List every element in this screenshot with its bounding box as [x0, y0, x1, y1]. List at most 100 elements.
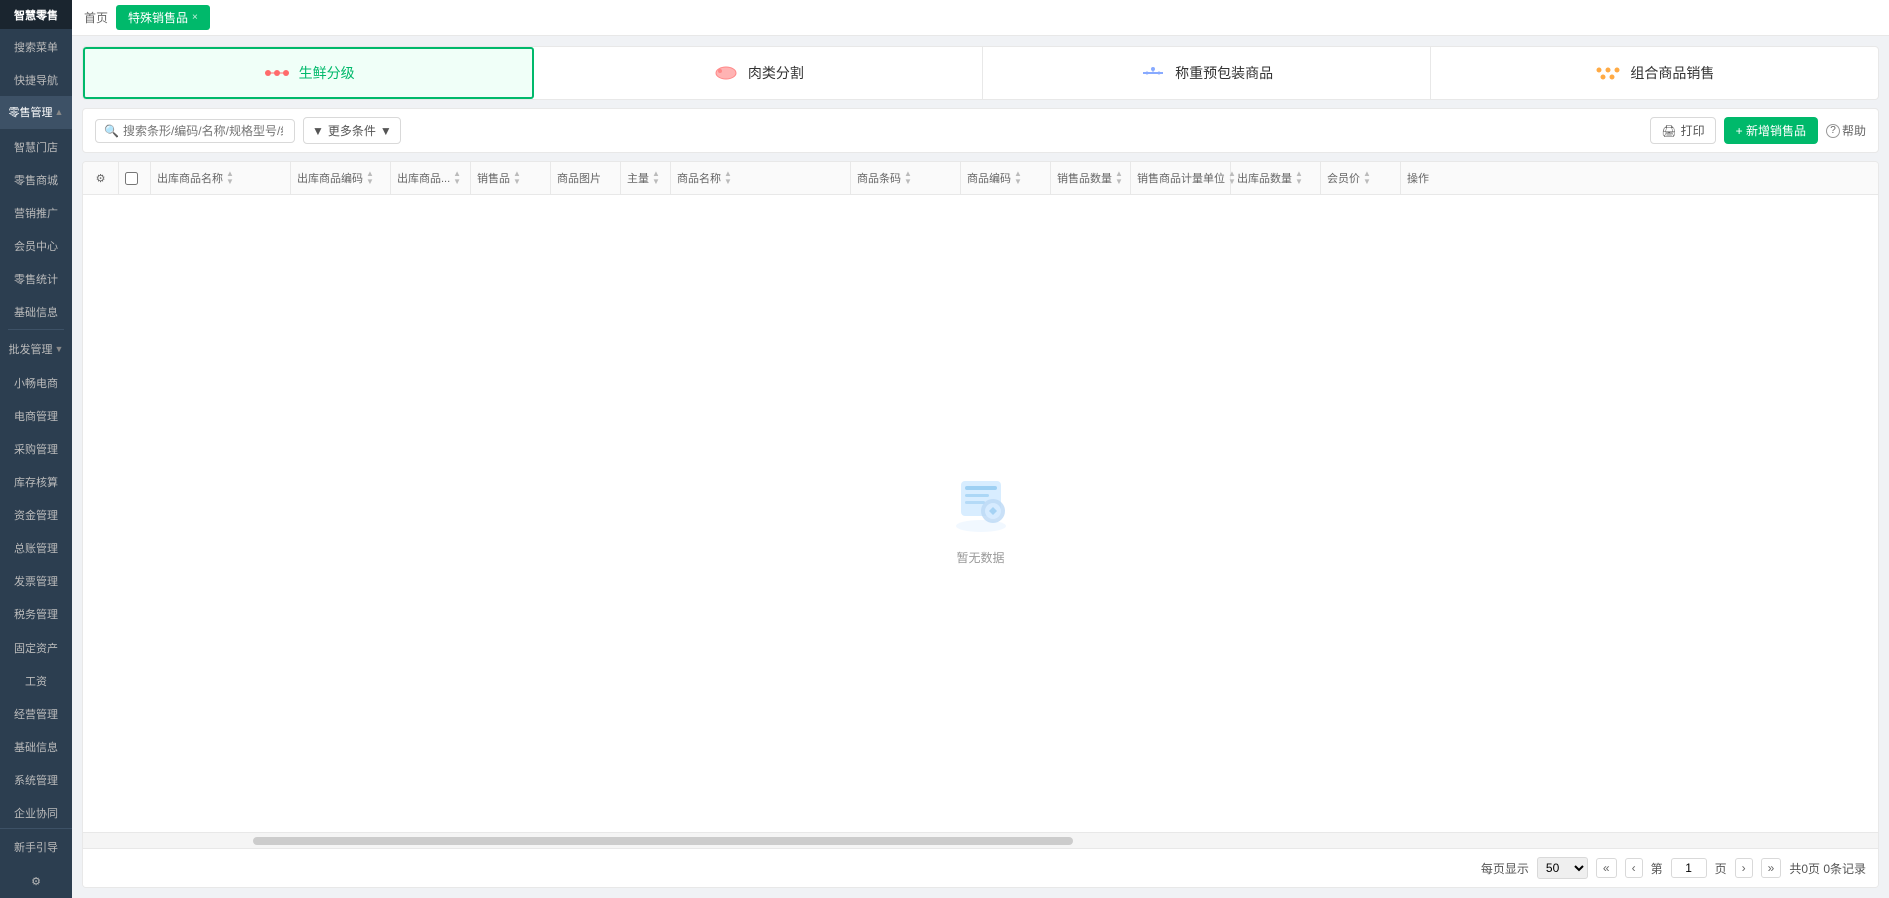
sidebar-item-quick-nav[interactable]: 快捷导航	[0, 62, 72, 95]
sidebar-item-invoice[interactable]: 发票管理	[0, 563, 72, 596]
th-qty-unit[interactable]: 销售商品计量单位 ▲▼	[1131, 162, 1231, 194]
sidebar-item-wholesale[interactable]: 批发管理 ▼	[0, 332, 72, 365]
th-out-code[interactable]: 出库商品编码 ▲▼	[291, 162, 391, 194]
th-barcode-label: 商品条码	[857, 170, 901, 186]
sidebar-item-marketing[interactable]: 营销推广	[0, 195, 72, 228]
th-barcode[interactable]: 商品条码 ▲▼	[851, 162, 961, 194]
sidebar-item-retail-stats[interactable]: 零售统计	[0, 261, 72, 294]
search-input[interactable]	[123, 124, 283, 138]
tab-fresh-grade-label: 生鲜分级	[299, 63, 355, 83]
table-scrollbar[interactable]	[83, 832, 1878, 848]
th-prod-code-label: 商品编码	[967, 170, 1011, 186]
tab-fresh-grade[interactable]: 生鲜分级	[83, 47, 534, 99]
first-page-button[interactable]: «	[1596, 858, 1617, 878]
settings-icon: ⚙	[96, 172, 106, 185]
empty-state-icon	[941, 461, 1021, 541]
help-button[interactable]: ? 帮助	[1826, 122, 1866, 139]
sidebar-item-search-menu[interactable]: 搜索菜单	[0, 29, 72, 62]
th-member-price[interactable]: 会员价 ▲▼	[1321, 162, 1401, 194]
sidebar-item-retail-mall[interactable]: 零售商城	[0, 162, 72, 195]
sidebar-item-ecom-mgmt[interactable]: 电商管理	[0, 398, 72, 431]
add-sales-button[interactable]: + 新增销售品	[1724, 117, 1818, 144]
th-out-name-label: 出库商品名称	[157, 170, 223, 186]
sidebar-item-new-guide[interactable]: 新手引导	[0, 829, 72, 865]
sidebar-item-basic-info2[interactable]: 基础信息	[0, 729, 72, 762]
th-out-img[interactable]: 出库商品... ▲▼	[391, 162, 471, 194]
th-out-qty-label: 出库品数量	[1237, 170, 1292, 186]
page-prefix: 第	[1651, 860, 1663, 877]
sidebar-item-basic-info[interactable]: 基础信息	[0, 294, 72, 327]
filter-button[interactable]: ▼ 更多条件 ▼	[303, 117, 401, 144]
sidebar-item-ledger[interactable]: 总账管理	[0, 530, 72, 563]
search-field-wrapper[interactable]: 🔍	[95, 119, 295, 143]
th-out-code-label: 出库商品编码	[297, 170, 363, 186]
sort-arrows-out-img: ▲▼	[453, 170, 461, 186]
th-prod-img-label: 商品图片	[557, 170, 601, 186]
tab-weight-pack[interactable]: 称重预包装商品	[983, 47, 1431, 99]
active-tab[interactable]: 特殊销售品 ×	[116, 5, 210, 30]
th-unit[interactable]: 主量 ▲▼	[621, 162, 671, 194]
gear-icon: ⚙	[31, 876, 41, 888]
sort-arrows-out-name: ▲▼	[226, 170, 234, 186]
sort-arrows-barcode: ▲▼	[904, 170, 912, 186]
sidebar-item-hr[interactable]: 工资	[0, 663, 72, 696]
tab-combo-sales-label: 组合商品销售	[1630, 63, 1714, 83]
print-button[interactable]: 🖨 打印	[1650, 117, 1715, 144]
toolbar-right: 🖨 打印 + 新增销售品 ? 帮助	[1650, 117, 1866, 144]
topbar: 首页 特殊销售品 ×	[72, 0, 1889, 36]
sidebar-item-settings[interactable]: ⚙	[0, 865, 72, 898]
total-label: 共0页 0条记录	[1789, 860, 1866, 877]
th-sales[interactable]: 销售品 ▲▼	[471, 162, 551, 194]
data-table: ⚙ 出库商品名称 ▲▼ 出库商品编码 ▲▼	[82, 161, 1879, 888]
next-page-button[interactable]: ›	[1735, 858, 1753, 878]
sidebar-item-assets[interactable]: 固定资产	[0, 630, 72, 663]
main-content: 首页 特殊销售品 × 生鲜分级	[72, 0, 1889, 898]
scroll-thumb[interactable]	[253, 837, 1073, 845]
table-inner: ⚙ 出库商品名称 ▲▼ 出库商品编码 ▲▼	[83, 162, 1878, 195]
th-check[interactable]	[119, 162, 151, 194]
sidebar-item-business[interactable]: 经营管理	[0, 696, 72, 729]
tab-meat-cut[interactable]: 肉类分割	[534, 47, 982, 99]
table-scroll-wrapper[interactable]: ⚙ 出库商品名称 ▲▼ 出库商品编码 ▲▼	[83, 162, 1878, 195]
select-all-checkbox[interactable]	[125, 172, 138, 185]
th-settings[interactable]: ⚙	[83, 162, 119, 194]
th-out-qty[interactable]: 出库品数量 ▲▼	[1231, 162, 1321, 194]
sort-arrows-sales: ▲▼	[513, 170, 521, 186]
sidebar-item-tax[interactable]: 税务管理	[0, 596, 72, 629]
sidebar-item-finance[interactable]: 资金管理	[0, 497, 72, 530]
th-out-name[interactable]: 出库商品名称 ▲▼	[151, 162, 291, 194]
sidebar-item-members[interactable]: 会员中心	[0, 228, 72, 261]
page-suffix: 页	[1715, 860, 1727, 877]
sidebar-item-smart-store[interactable]: 智慧门店	[0, 129, 72, 162]
th-out-img-label: 出库商品...	[397, 170, 450, 186]
sidebar-item-retail-mgmt[interactable]: 零售管理 ▲	[0, 96, 72, 129]
prev-page-button[interactable]: ‹	[1625, 858, 1643, 878]
th-prod-code[interactable]: 商品编码 ▲▼	[961, 162, 1051, 194]
sidebar-item-purchase[interactable]: 采购管理	[0, 431, 72, 464]
help-icon: ?	[1826, 124, 1840, 138]
th-sales-qty[interactable]: 销售品数量 ▲▼	[1051, 162, 1131, 194]
sidebar: 智慧零售 搜索菜单 快捷导航 零售管理 ▲ 智慧门店 零售商城 营销推广 会员中…	[0, 0, 72, 898]
per-page-select[interactable]: 10 20 50 100	[1537, 857, 1588, 879]
th-sales-qty-label: 销售品数量	[1057, 170, 1112, 186]
th-unit-label: 主量	[627, 170, 649, 186]
help-label: 帮助	[1842, 122, 1866, 139]
chevron-down-icon-2: ▼	[55, 344, 64, 354]
filter-label: 更多条件	[328, 122, 376, 139]
sidebar-item-inventory[interactable]: 库存核算	[0, 464, 72, 497]
page-number-input[interactable]	[1671, 858, 1707, 878]
combo-sales-icon	[1594, 63, 1622, 83]
close-icon[interactable]: ×	[192, 12, 198, 23]
last-page-button[interactable]: »	[1761, 858, 1782, 878]
sidebar-item-enterprise[interactable]: 企业协同	[0, 795, 72, 828]
fresh-grade-icon	[263, 63, 291, 83]
tab-combo-sales[interactable]: 组合商品销售	[1431, 47, 1878, 99]
th-prod-name[interactable]: 商品名称 ▲▼	[671, 162, 851, 194]
th-qty-unit-label: 销售商品计量单位	[1137, 170, 1225, 186]
divider-1	[8, 329, 64, 330]
sidebar-item-mini-ecom[interactable]: 小畅电商	[0, 365, 72, 398]
sidebar-item-system[interactable]: 系统管理	[0, 762, 72, 795]
th-prod-name-label: 商品名称	[677, 170, 721, 186]
home-breadcrumb[interactable]: 首页	[84, 9, 108, 26]
th-prod-img[interactable]: 商品图片	[551, 162, 621, 194]
